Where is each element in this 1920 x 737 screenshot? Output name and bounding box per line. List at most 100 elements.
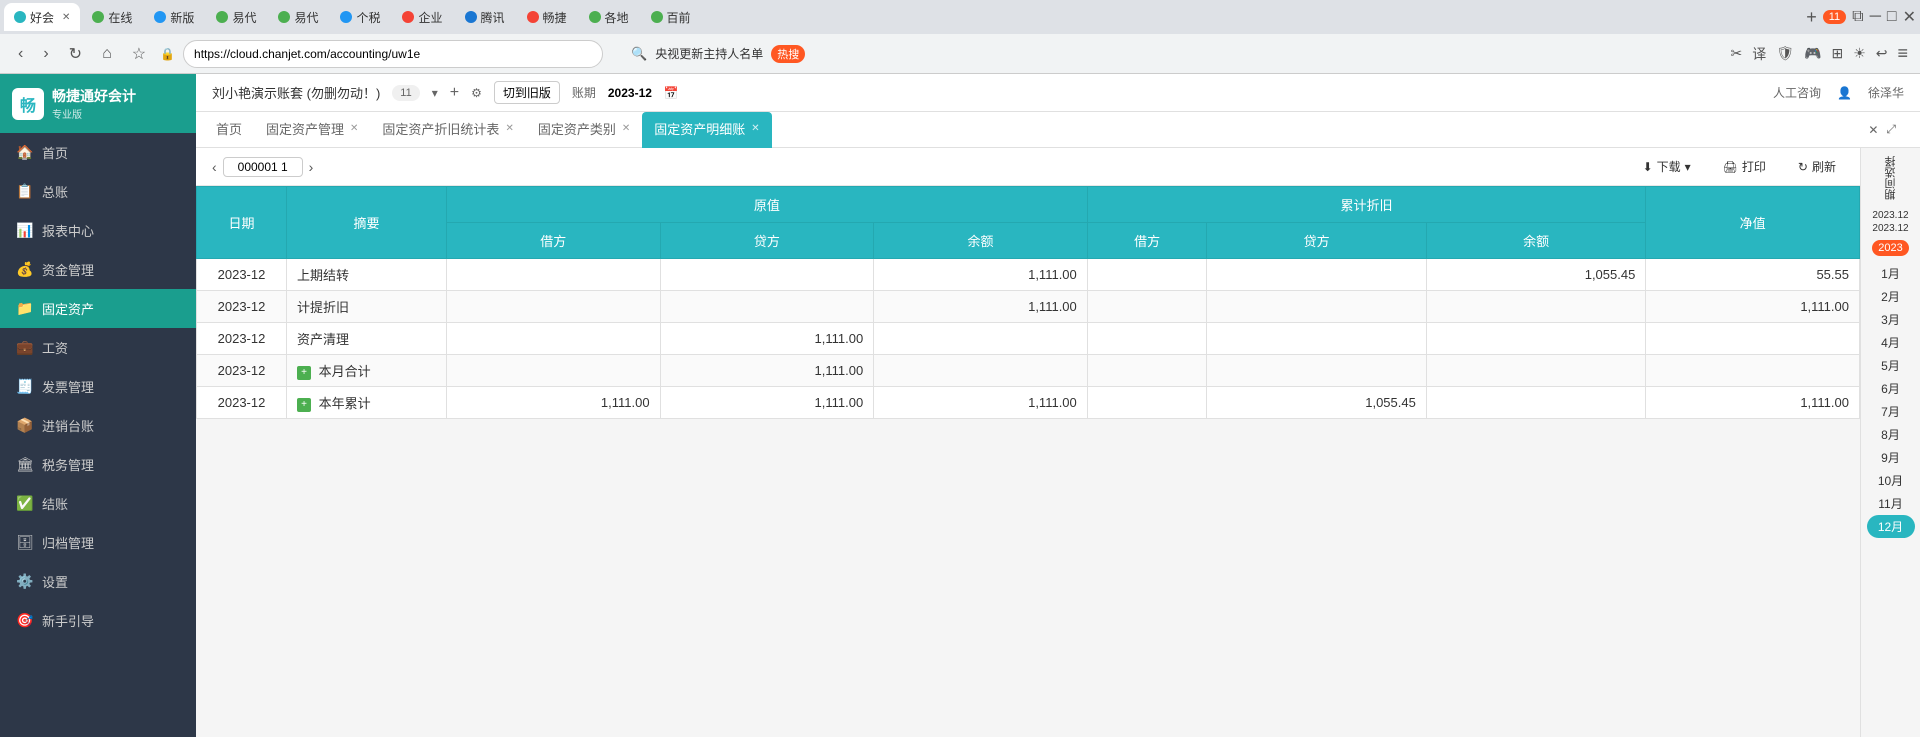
tab-bai[interactable]: 百前 (641, 3, 701, 31)
th-orig-balance: 余额 (874, 223, 1088, 259)
date-header1: 2023.12 (1872, 210, 1908, 221)
game-icon: 🎮 (1804, 45, 1821, 62)
page-tab-asset-category[interactable]: 固定资产类别 ✕ (526, 112, 642, 148)
sidebar-item-purchase-sales[interactable]: 📦 进销台账 (0, 406, 196, 445)
restore-btn[interactable]: ⧉ (1852, 8, 1863, 26)
add-account-btn[interactable]: + (450, 84, 459, 102)
calendar-icon[interactable]: 📅 (664, 86, 679, 100)
close-browser-btn[interactable]: ✕ (1903, 7, 1916, 27)
month-item[interactable]: 9月 (1867, 446, 1915, 469)
help-label[interactable]: 人工咨询 (1773, 84, 1821, 101)
page-tab-asset-detail[interactable]: 固定资产明细账 ✕ (642, 112, 771, 148)
tab-yidai2[interactable]: 易代 (268, 3, 328, 31)
th-date: 日期 (197, 187, 287, 259)
sidebar-item-reports[interactable]: 📊 报表中心 (0, 211, 196, 250)
page-num-input[interactable] (223, 157, 303, 177)
switch-version-btn[interactable]: 切到旧版 (494, 81, 560, 104)
period-select-label: 期间选择 (1883, 156, 1899, 200)
maximize-btn[interactable]: □ (1887, 8, 1897, 26)
reload-btn[interactable]: ↻ (63, 42, 88, 66)
close-tab-fixed-assets-mgmt[interactable]: ✕ (350, 123, 358, 134)
sidebar-item-settings[interactable]: ⚙️ 设置 (0, 562, 196, 601)
month-item[interactable]: 7月 (1867, 400, 1915, 423)
cell-orig-credit: 1,111.00 (660, 355, 874, 387)
bookmark-btn[interactable]: ☆ (126, 42, 152, 66)
sidebar-item-invoice[interactable]: 🧾 发票管理 (0, 367, 196, 406)
month-item[interactable]: 6月 (1867, 377, 1915, 400)
sidebar-nav: 🏠 首页 📋 总账 📊 报表中心 💰 资金管理 📁 固定资产 💼 工资 (0, 133, 196, 737)
month-item[interactable]: 12月 (1867, 515, 1915, 538)
cell-orig-credit (660, 291, 874, 323)
refresh-btn[interactable]: ↻ 刷新 (1790, 154, 1844, 179)
app-container: 畅 畅捷通好会计 专业版 🏠 首页 📋 总账 📊 报表中心 💰 资金管理 (0, 74, 1920, 737)
sidebar-item-home[interactable]: 🏠 首页 (0, 133, 196, 172)
grid-icon[interactable]: ⊞ (1831, 45, 1843, 62)
settings-gear-icon[interactable]: ⚙ (471, 86, 482, 100)
tab-yidai1[interactable]: 易代 (206, 3, 266, 31)
close-all-btn[interactable]: ✕ ⤢ (1868, 122, 1896, 137)
prev-page-btn[interactable]: ‹ (212, 159, 217, 175)
month-item[interactable]: 3月 (1867, 308, 1915, 331)
download-btn[interactable]: ⬇ 下载 ▾ (1635, 154, 1699, 179)
back-btn[interactable]: ‹ (12, 43, 29, 65)
month-item[interactable]: 10月 (1867, 469, 1915, 492)
user-label[interactable]: 徐泽华 (1868, 84, 1904, 101)
page-tabs: 首页 固定资产管理 ✕ 固定资产折旧统计表 ✕ 固定资产类别 ✕ 固定资产明细账… (196, 112, 1920, 148)
sidebar-item-payroll[interactable]: 💼 工资 (0, 328, 196, 367)
month-item[interactable]: 2月 (1867, 285, 1915, 308)
translate-icon[interactable]: 译 (1752, 44, 1766, 64)
cell-orig-debit (447, 355, 661, 387)
new-tab-btn[interactable]: + (1806, 7, 1817, 28)
print-btn[interactable]: 🖨 打印 (1715, 154, 1774, 179)
maximize-page-icon[interactable]: ⤢ (1886, 122, 1896, 137)
sidebar-item-tax[interactable]: 🏛 税务管理 (0, 445, 196, 484)
sidebar-label-payroll: 工资 (42, 338, 68, 357)
undo-icon[interactable]: ↩ (1876, 45, 1888, 62)
cell-summary: + 本月合计 (287, 355, 447, 387)
sidebar-label-general-ledger: 总账 (42, 182, 68, 201)
sidebar-item-archive[interactable]: 🗄 归档管理 (0, 523, 196, 562)
page-tab-home[interactable]: 首页 (204, 112, 254, 148)
month-item[interactable]: 4月 (1867, 331, 1915, 354)
dropdown-icon[interactable]: ▾ (432, 86, 438, 100)
sidebar-item-closing[interactable]: ✅ 结账 (0, 484, 196, 523)
tab-geshui[interactable]: 个税 (330, 3, 390, 31)
next-page-btn[interactable]: › (309, 159, 314, 175)
sidebar-item-fixed-assets[interactable]: 📁 固定资产 (0, 289, 196, 328)
tab-changjie[interactable]: 畅捷 (517, 3, 577, 31)
tab-new[interactable]: 新版 (144, 3, 204, 31)
tab-close-haokuaiji[interactable]: ✕ (62, 12, 70, 23)
page-tab-fixed-assets-mgmt[interactable]: 固定资产管理 ✕ (254, 112, 370, 148)
menu-icon[interactable]: ≡ (1897, 43, 1908, 64)
address-input[interactable] (183, 40, 603, 68)
page-tab-depreciation-stats[interactable]: 固定资产折旧统计表 ✕ (370, 112, 525, 148)
cell-date: 2023-12 (197, 259, 287, 291)
table-row: 2023-12 资产清理 1,111.00 (197, 323, 1860, 355)
close-tab-depreciation-stats[interactable]: ✕ (505, 123, 513, 134)
cell-date: 2023-12 (197, 355, 287, 387)
tab-tengxun[interactable]: 腾讯 (455, 3, 515, 31)
tab-online[interactable]: 在线 (82, 3, 142, 31)
forward-btn[interactable]: › (37, 43, 54, 65)
tutorial-icon: 🎯 (16, 612, 34, 630)
toolbar-right: ⬇ 下载 ▾ 🖨 打印 ↻ 刷新 (1635, 154, 1844, 179)
hot-search-btn[interactable]: 热搜 (771, 45, 805, 63)
home-btn[interactable]: ⌂ (96, 43, 118, 65)
tab-haokuaiji[interactable]: 好会 ✕ (4, 3, 80, 31)
month-item[interactable]: 1月 (1867, 262, 1915, 285)
th-orig-credit: 贷方 (660, 223, 874, 259)
th-orig-debit: 借方 (447, 223, 661, 259)
close-tab-asset-category[interactable]: ✕ (622, 123, 630, 134)
sidebar-item-general-ledger[interactable]: 📋 总账 (0, 172, 196, 211)
year-badge[interactable]: 2023 (1872, 240, 1908, 256)
month-item[interactable]: 8月 (1867, 423, 1915, 446)
minimize-btn[interactable]: ─ (1870, 8, 1881, 26)
sidebar-item-funds[interactable]: 💰 资金管理 (0, 250, 196, 289)
th-dep-debit: 借方 (1087, 223, 1207, 259)
tab-qiye[interactable]: 企业 (392, 3, 452, 31)
tab-gedi[interactable]: 各地 (579, 3, 639, 31)
month-item[interactable]: 11月 (1867, 492, 1915, 515)
sidebar-item-tutorial[interactable]: 🎯 新手引导 (0, 601, 196, 640)
month-item[interactable]: 5月 (1867, 354, 1915, 377)
close-tab-asset-detail[interactable]: ✕ (751, 123, 759, 134)
